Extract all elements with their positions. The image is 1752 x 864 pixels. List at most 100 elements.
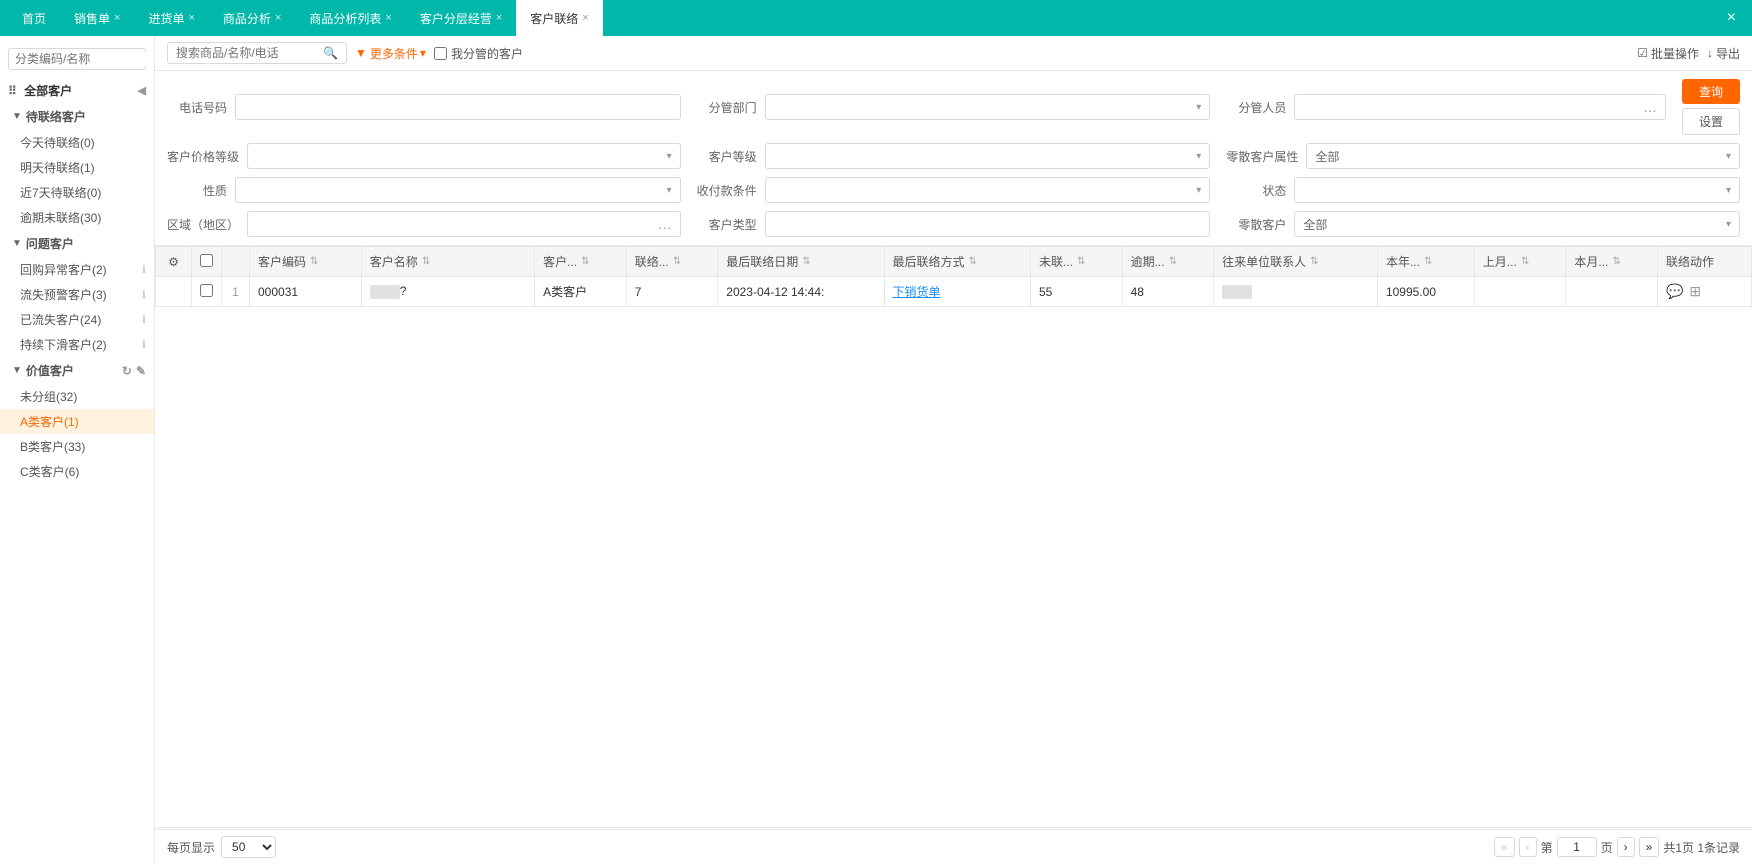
dept-dropdown[interactable]: ▾ [765, 94, 1211, 120]
cell-checkbox [192, 277, 222, 307]
sidebar-item-class-c[interactable]: C类客户(6) [0, 459, 154, 484]
nav-purchase-order[interactable]: 进货单 × [134, 0, 208, 36]
next-page-btn[interactable]: › [1617, 837, 1635, 857]
filter-row-scattered-attr: 零散客户属性 全部 ▾ [1226, 143, 1740, 169]
customer-type-input[interactable] [765, 211, 1211, 237]
arrow-down-icon3: ▼ [12, 365, 22, 376]
filter-row-price-level: 客户价格等级 ▾ [167, 143, 681, 169]
nav-close-product-analysis[interactable]: × [275, 12, 281, 24]
cell-no-contact: 55 [1030, 277, 1122, 307]
main-search-box[interactable]: 🔍 [167, 42, 347, 64]
sidebar-item-today-contact[interactable]: 今天待联络(0) [0, 130, 154, 155]
more-conditions-btn[interactable]: ▼ 更多条件 ▾ [355, 45, 426, 62]
total-info: 共1页 1条记录 [1663, 839, 1740, 856]
sidebar-item-class-b[interactable]: B类客户(33) [0, 434, 154, 459]
sidebar-collapse-icon[interactable]: ◀ [138, 84, 146, 97]
manager-input[interactable]: … [1294, 94, 1666, 120]
sort-code-icon[interactable]: ⇅ [310, 256, 318, 267]
scattered-attr-dropdown[interactable]: 全部 ▾ [1306, 143, 1740, 169]
payment-dropdown[interactable]: ▾ [765, 177, 1211, 203]
filter-row-nature: 性质 ▾ [167, 177, 681, 203]
col-gear[interactable]: ⚙ [156, 247, 192, 277]
sort-contact-icon[interactable]: ⇅ [673, 256, 681, 267]
export-btn[interactable]: ↓ 导出 [1707, 45, 1740, 62]
phone-input[interactable] [235, 94, 681, 120]
settings-button[interactable]: 设置 [1682, 108, 1740, 135]
nav-close-product-analysis-list[interactable]: × [385, 12, 391, 24]
col-code: 客户编码 ⇅ [250, 247, 362, 277]
nav-close-purchase-order[interactable]: × [188, 12, 194, 24]
filter-row-scattered: 零散客户 全部 ▾ [1226, 211, 1740, 237]
scattered-dropdown[interactable]: 全部 ▾ [1294, 211, 1740, 237]
main-search-input[interactable] [176, 46, 323, 60]
page-size-select[interactable]: 20 50 100 [221, 836, 276, 858]
select-all-checkbox[interactable] [200, 254, 213, 267]
customer-level-dropdown[interactable]: ▾ [765, 143, 1211, 169]
close-all-tabs[interactable]: × [1719, 9, 1744, 27]
contact-method-link[interactable]: 下销货单 [893, 285, 941, 299]
sort-category-icon[interactable]: ⇅ [581, 256, 589, 267]
sort-unit-icon[interactable]: ⇅ [1310, 256, 1318, 267]
nav-home[interactable]: 首页 [8, 0, 60, 36]
sidebar-item-declining[interactable]: 持续下滑客户(2) ℹ [0, 332, 154, 357]
sidebar-all-customers[interactable]: ⠿ 全部客户 ◀ [0, 78, 154, 103]
nav-close-customer-segment[interactable]: × [496, 12, 502, 24]
prev-page-btn[interactable]: ‹ [1519, 837, 1537, 857]
nav-customer-contact[interactable]: 客户联络 × [516, 0, 602, 36]
sidebar-search-box[interactable]: 🔍 [8, 48, 146, 70]
sidebar-item-ungrouped[interactable]: 未分组(32) [0, 384, 154, 409]
cell-last-contact-date: 2023-04-12 14:44: [718, 277, 884, 307]
nav-close-sales-order[interactable]: × [114, 12, 120, 24]
nature-dropdown[interactable]: ▾ [235, 177, 681, 203]
sort-thismonth-icon[interactable]: ⇅ [1612, 256, 1620, 267]
sort-thisyear-icon[interactable]: ⇅ [1424, 256, 1432, 267]
arrow-down-icon2: ▼ [12, 238, 22, 249]
edit-icon[interactable]: ✎ [136, 364, 146, 378]
sidebar-item-7days-contact[interactable]: 近7天待联络(0) [0, 180, 154, 205]
my-customers-checkbox[interactable] [434, 47, 447, 60]
sort-nocontact-icon[interactable]: ⇅ [1077, 256, 1085, 267]
last-page-btn[interactable]: » [1639, 837, 1660, 857]
nav-product-analysis-list[interactable]: 商品分析列表 × [295, 0, 405, 36]
sidebar-item-churn-warning[interactable]: 流失预警客户(3) ℹ [0, 282, 154, 307]
sidebar-item-class-a[interactable]: A类客户(1) [0, 409, 154, 434]
first-page-btn[interactable]: « [1494, 837, 1515, 857]
cell-last-month [1474, 277, 1566, 307]
sort-overdue-icon[interactable]: ⇅ [1169, 256, 1177, 267]
search-button[interactable]: 查询 [1682, 79, 1740, 104]
nav-close-customer-contact[interactable]: × [582, 12, 588, 24]
sidebar-search-input[interactable] [15, 52, 155, 66]
refresh-icon[interactable]: ↻ [122, 364, 132, 378]
filter-actions-right: ☑ 批量操作 ↓ 导出 [1637, 45, 1740, 62]
sidebar-group-value-customers[interactable]: ▼ 价值客户 ↻ ✎ [0, 357, 154, 384]
nav-customer-segment[interactable]: 客户分层经营 × [406, 0, 516, 36]
sidebar-item-churned[interactable]: 已流失客户(24) ℹ [0, 307, 154, 332]
sidebar-item-repurchase-anomaly[interactable]: 回购异常客户(2) ℹ [0, 257, 154, 282]
chat-icon[interactable]: 💬 [1666, 283, 1683, 300]
region-input[interactable]: … [247, 211, 681, 237]
sort-lastmonth-icon[interactable]: ⇅ [1521, 256, 1529, 267]
sidebar-item-overdue-contact[interactable]: 逾期未联络(30) [0, 205, 154, 230]
nav-product-analysis[interactable]: 商品分析 × [209, 0, 295, 36]
pagination: « ‹ 第 页 › » 共1页 1条记录 [1494, 837, 1740, 857]
sort-name-icon[interactable]: ⇅ [422, 256, 430, 267]
table-row: 1 000031 ? A类客户 7 2023-04-12 14:44: 下销货单… [156, 277, 1752, 307]
arrow-down-icon: ▼ [12, 111, 22, 122]
page-number-input[interactable] [1557, 837, 1597, 857]
batch-ops-btn[interactable]: ☑ 批量操作 [1637, 45, 1699, 62]
my-customers-filter[interactable]: 我分管的客户 [434, 45, 523, 62]
sidebar-item-tomorrow-contact[interactable]: 明天待联络(1) [0, 155, 154, 180]
col-unit-contact: 往来单位联系人 ⇅ [1214, 247, 1378, 277]
cell-gear [156, 277, 192, 307]
grid-icon: ⠿ [8, 84, 17, 98]
main-search-icon[interactable]: 🔍 [323, 46, 338, 60]
sidebar-group-problem-customers[interactable]: ▼ 问题客户 [0, 230, 154, 257]
price-level-dropdown[interactable]: ▾ [247, 143, 681, 169]
sort-date-icon[interactable]: ⇅ [802, 256, 810, 267]
sidebar-group-pending-contact[interactable]: ▼ 待联络客户 [0, 103, 154, 130]
row-checkbox[interactable] [200, 284, 213, 297]
status-dropdown[interactable]: ▾ [1294, 177, 1740, 203]
nav-sales-order[interactable]: 销售单 × [60, 0, 134, 36]
sort-method-icon[interactable]: ⇅ [969, 256, 977, 267]
grid-action-icon[interactable]: ⊞ [1689, 283, 1701, 300]
